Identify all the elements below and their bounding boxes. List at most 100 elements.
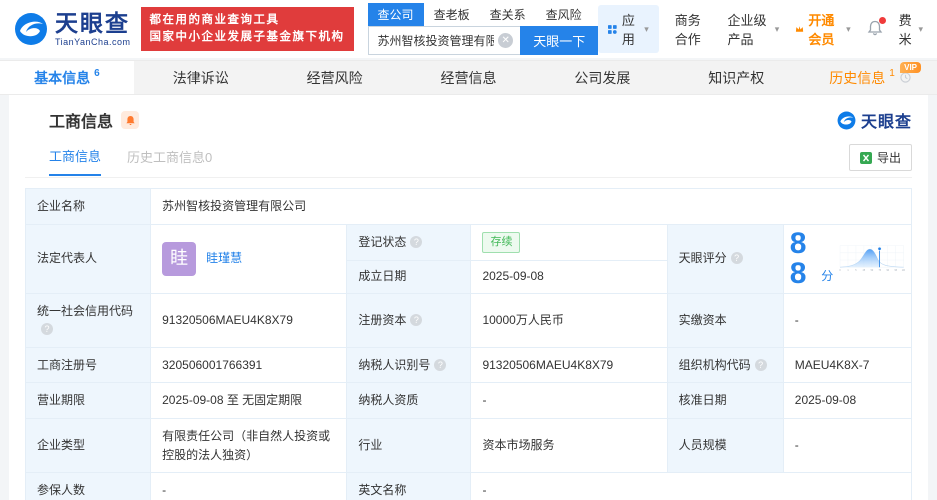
taxpayer-quality-value: - bbox=[470, 382, 668, 419]
svg-text:5: 5 bbox=[856, 269, 858, 271]
notification-dot bbox=[878, 16, 886, 24]
company-info-table: 企业名称 苏州智核投资管理有限公司 法定代表人 眭 眭瑾慧 登记状态? 存续 天… bbox=[24, 188, 913, 500]
enterprise-product-menu[interactable]: 企业级产品 ▾ bbox=[727, 10, 779, 48]
field-label: 参保人数 bbox=[24, 472, 152, 500]
help-icon[interactable]: ? bbox=[410, 235, 423, 248]
credit-code-value: 91320506MAEU4K8X79 bbox=[150, 292, 348, 348]
english-name-value: - bbox=[470, 472, 912, 500]
reg-status-cell: 存续 bbox=[470, 223, 668, 261]
subscribe-bell-chip[interactable] bbox=[121, 111, 140, 129]
svg-text:1: 1 bbox=[848, 269, 850, 271]
score-value: 88 bbox=[789, 226, 807, 290]
est-date-value: 2025-09-08 bbox=[470, 259, 668, 294]
vip-label: 开通会员 bbox=[808, 13, 835, 47]
field-label: 企业名称 bbox=[24, 188, 152, 225]
tab-label: 法律诉讼 bbox=[172, 69, 229, 86]
export-button[interactable]: 导出 bbox=[848, 144, 912, 171]
tab-legal-litigation[interactable]: 法律诉讼 bbox=[134, 61, 268, 94]
business-info-card: 工商信息 天眼查 工商信息 历史工商信息0 导出 企业名称 苏州智核投资管理有限… bbox=[9, 95, 928, 500]
svg-text:0: 0 bbox=[840, 269, 842, 271]
search-tabs: 查公司 查老板 查关系 查风险 bbox=[367, 3, 599, 26]
company-name-value: 苏州智核投资管理有限公司 bbox=[150, 188, 912, 225]
brand-domain: TianYanCha.com bbox=[55, 36, 131, 47]
tab-basic-info[interactable]: 基本信息 6 bbox=[0, 61, 134, 94]
chevron-down-icon: ▾ bbox=[918, 23, 923, 34]
tab-operating-risk[interactable]: 经营风险 bbox=[268, 61, 402, 94]
top-nav: 应用 ▾ 商务合作 企业级产品 ▾ 开通会员 ▾ 费米 ▾ bbox=[598, 5, 923, 53]
table-row: 法定代表人 眭 眭瑾慧 登记状态? 存续 天眼评分? 88 分 0 1 5 25… bbox=[24, 223, 913, 294]
chevron-down-icon: ▾ bbox=[774, 23, 780, 34]
username: 费米 bbox=[898, 13, 912, 47]
watermark-logo: 天眼查 bbox=[837, 108, 912, 132]
status-badge: 存续 bbox=[482, 231, 521, 253]
business-coop-link[interactable]: 商务合作 bbox=[675, 10, 712, 48]
field-label: 登记状态? bbox=[346, 223, 472, 261]
approval-date-value: 2025-09-08 bbox=[782, 382, 913, 419]
svg-text:25: 25 bbox=[863, 269, 866, 271]
chevron-down-icon: ▾ bbox=[846, 23, 851, 34]
subtab-history-business-info[interactable]: 历史工商信息0 bbox=[127, 147, 212, 175]
apps-grid-icon bbox=[608, 24, 617, 34]
tab-company-development[interactable]: 公司发展 bbox=[535, 61, 669, 94]
tab-label: 历史信息 bbox=[829, 69, 886, 86]
help-icon[interactable]: ? bbox=[730, 252, 743, 265]
company-tab-bar: 基本信息 6 法律诉讼 经营风险 经营信息 公司发展 知识产权 VIP 历史信息… bbox=[0, 60, 937, 95]
subtab-business-info[interactable]: 工商信息 bbox=[49, 146, 102, 176]
field-label: 核准日期 bbox=[666, 382, 784, 419]
tab-operating-info[interactable]: 经营信息 bbox=[402, 61, 536, 94]
field-label: 天眼评分? bbox=[666, 223, 784, 294]
org-code-value: MAEU4K8X-7 bbox=[782, 346, 913, 384]
search-tab-relation[interactable]: 查关系 bbox=[480, 3, 536, 26]
enterprise-product-label: 企业级产品 bbox=[727, 13, 767, 47]
excel-icon bbox=[859, 151, 872, 164]
vip-upgrade-menu[interactable]: 开通会员 ▾ bbox=[795, 10, 851, 48]
tab-history-info[interactable]: VIP 历史信息 1 bbox=[803, 61, 937, 94]
search-tab-company[interactable]: 查公司 bbox=[367, 3, 424, 26]
search-tab-risk[interactable]: 查风险 bbox=[536, 3, 592, 26]
table-row: 营业期限 2025-09-08 至 无固定期限 纳税人资质 - 核准日期 202… bbox=[24, 382, 913, 419]
paid-capital-value: - bbox=[782, 292, 913, 348]
legal-rep-cell: 眭 眭瑾慧 bbox=[150, 223, 348, 294]
table-row: 企业类型 有限责任公司（非自然人投资或控股的法人独资） 行业 资本市场服务 人员… bbox=[24, 417, 913, 474]
help-icon[interactable]: ? bbox=[754, 358, 767, 371]
tab-count: 1 bbox=[889, 68, 895, 79]
legal-rep-link[interactable]: 眭瑾慧 bbox=[206, 249, 242, 268]
chart-axis-labels: 0 1 5 25 50 75 90 95 100 bbox=[840, 269, 905, 271]
field-label: 纳税人资质 bbox=[346, 382, 472, 419]
industry-value: 资本市场服务 bbox=[470, 417, 668, 474]
slogan-line1: 都在用的商业查询工具 bbox=[149, 13, 280, 26]
field-label: 英文名称 bbox=[346, 472, 472, 500]
user-menu[interactable]: 费米 ▾ bbox=[899, 10, 923, 48]
section-title: 工商信息 bbox=[49, 114, 114, 131]
tianyancha-eye-icon bbox=[837, 111, 856, 129]
field-label: 行业 bbox=[346, 417, 472, 474]
tianyancha-logo[interactable]: 天眼查 TianYanCha.com bbox=[14, 11, 131, 47]
reg-capital-value: 10000万人民币 bbox=[470, 292, 668, 348]
tab-label: 公司发展 bbox=[574, 69, 631, 86]
slogan-line2: 国家中小企业发展子基金旗下机构 bbox=[149, 31, 345, 43]
field-label: 注册资本? bbox=[346, 292, 472, 348]
company-type-value: 有限责任公司（非自然人投资或控股的法人独资） bbox=[150, 417, 348, 474]
search-tab-boss[interactable]: 查老板 bbox=[424, 3, 480, 26]
svg-text:95: 95 bbox=[895, 269, 898, 271]
tianyancha-eye-icon bbox=[15, 13, 47, 45]
tab-intellectual-property[interactable]: 知识产权 bbox=[669, 61, 803, 94]
help-icon[interactable]: ? bbox=[434, 358, 447, 371]
clock-icon bbox=[900, 72, 911, 83]
score-cell[interactable]: 88 分 0 1 5 25 50 75 90 95 10 bbox=[782, 223, 913, 294]
table-row: 企业名称 苏州智核投资管理有限公司 bbox=[24, 188, 912, 225]
search-button[interactable]: 天眼一下 bbox=[520, 26, 599, 55]
tab-count: 6 bbox=[94, 68, 100, 79]
field-label: 组织机构代码? bbox=[666, 346, 784, 384]
score-unit: 分 bbox=[821, 269, 834, 283]
tab-label: 知识产权 bbox=[708, 69, 765, 86]
help-icon[interactable]: ? bbox=[410, 313, 423, 326]
field-label: 人员规模 bbox=[666, 417, 784, 474]
avatar[interactable]: 眭 bbox=[162, 241, 197, 276]
help-icon[interactable]: ? bbox=[41, 323, 53, 336]
svg-text:75: 75 bbox=[879, 269, 882, 271]
apps-menu[interactable]: 应用 ▾ bbox=[598, 5, 659, 53]
insured-value: - bbox=[150, 472, 348, 500]
field-label: 工商注册号 bbox=[24, 346, 152, 384]
notifications-bell[interactable] bbox=[867, 16, 886, 39]
